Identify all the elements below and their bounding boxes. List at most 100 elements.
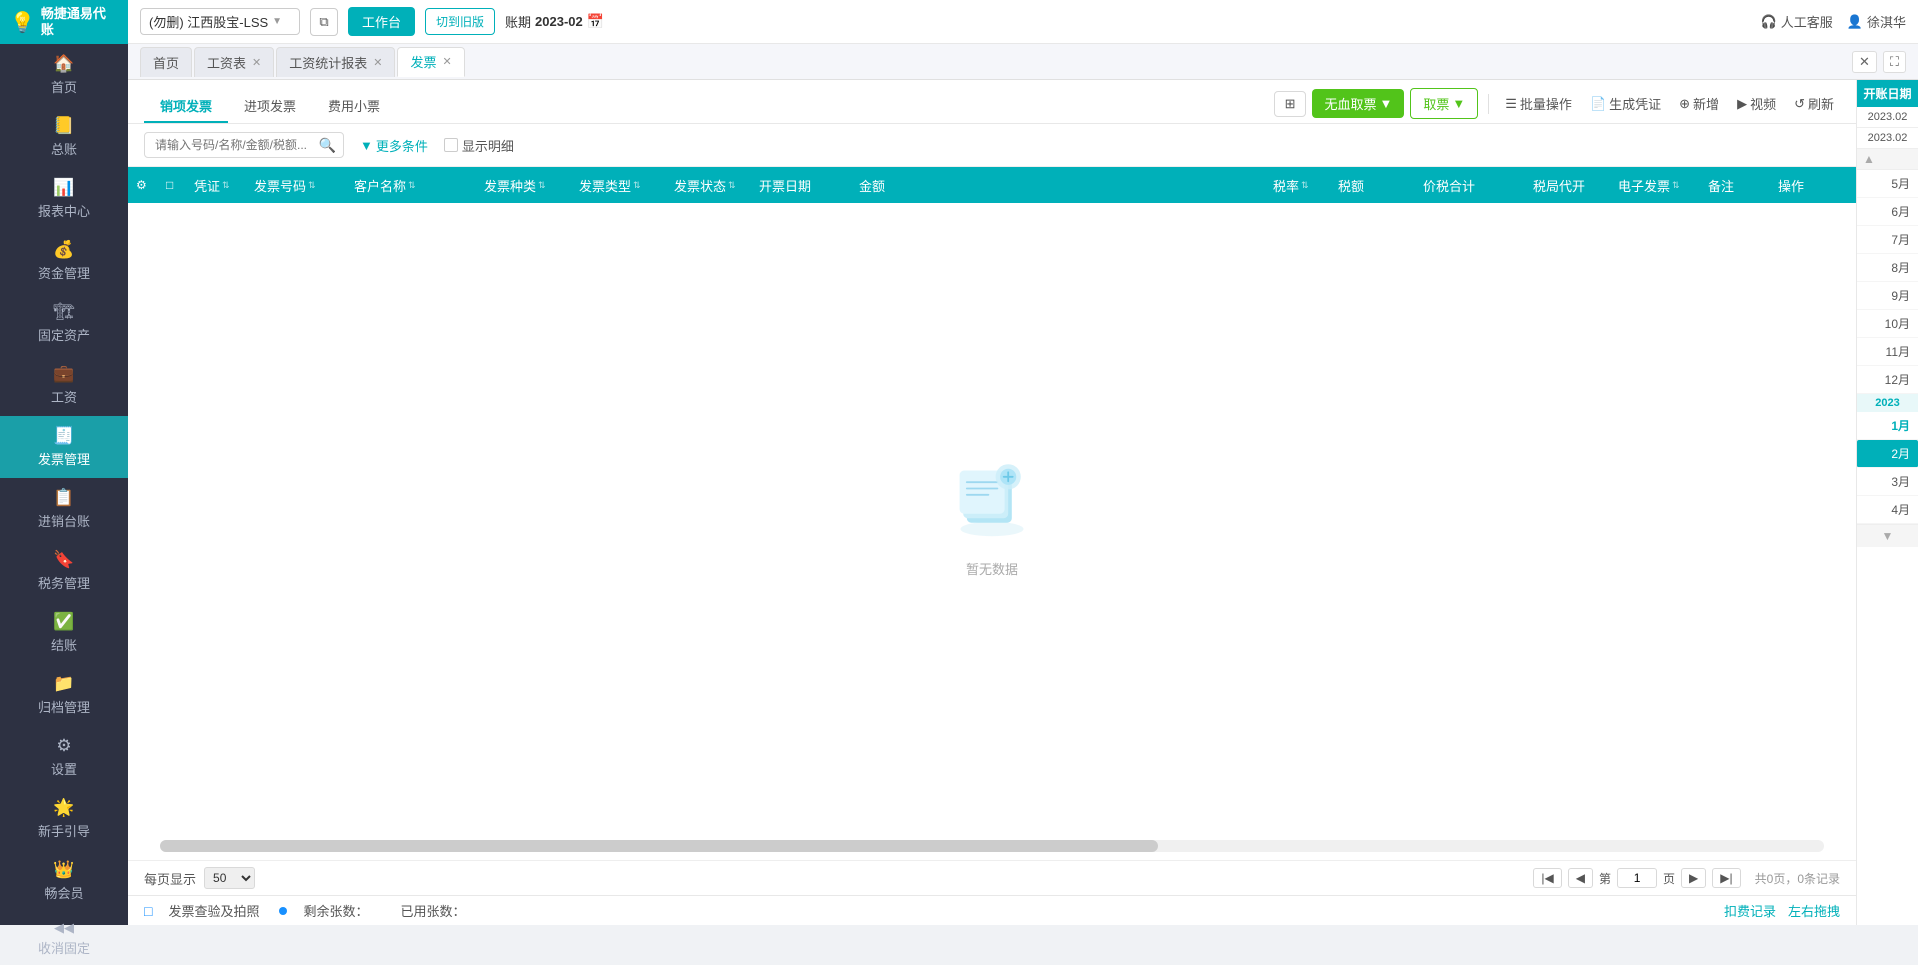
sidebar-item-label: 税务管理 xyxy=(38,573,90,592)
take-ticket-button[interactable]: 取票 ▼ xyxy=(1410,88,1478,119)
tab-payroll-close[interactable]: ✕ xyxy=(252,56,261,69)
sidebar-item-sales[interactable]: 📋 进销台账 xyxy=(0,478,128,540)
service-label: 人工客服 xyxy=(1781,12,1833,31)
sidebar-item-archive[interactable]: 📁 归档管理 xyxy=(0,664,128,726)
copy-button[interactable]: ⧉ xyxy=(310,8,338,36)
search-input[interactable] xyxy=(144,132,344,158)
divider xyxy=(1488,94,1489,114)
period-info: 账期 2023-02 📅 xyxy=(505,12,604,31)
date-top-item-2[interactable]: 2023.02 xyxy=(1857,128,1918,149)
table-settings-button[interactable]: ⊞ xyxy=(1274,91,1307,117)
sidebar-collapse[interactable]: ◀◀ 收消固定 xyxy=(0,912,128,965)
year-2023-label[interactable]: 2023 xyxy=(1857,394,1918,412)
window-minimize-button[interactable]: ✕ xyxy=(1852,51,1877,73)
refresh-button[interactable]: ↺ 刷新 xyxy=(1788,90,1840,117)
filter-more-label: 更多条件 xyxy=(376,136,428,155)
batch-op-button[interactable]: ☰ 批量操作 xyxy=(1499,90,1578,117)
table-scrollbar[interactable] xyxy=(160,840,1824,852)
first-page-button[interactable]: |◀ xyxy=(1533,868,1561,888)
month-item-10[interactable]: 10月 xyxy=(1857,310,1918,338)
sidebar-item-payroll[interactable]: 💼 工资 xyxy=(0,354,128,416)
sidebar-item-tax[interactable]: 🔖 税务管理 xyxy=(0,540,128,602)
gen-voucher-button[interactable]: 📄 生成凭证 xyxy=(1584,90,1667,117)
workbench-button[interactable]: 工作台 xyxy=(348,7,415,36)
tab-invoice[interactable]: 发票 ✕ xyxy=(397,47,464,77)
sidebar-item-home[interactable]: 🏠 首页 xyxy=(0,44,128,106)
month-item-4[interactable]: 4月 xyxy=(1857,496,1918,524)
tab-payroll-stats-close[interactable]: ✕ xyxy=(373,56,382,69)
sidebar-item-label: 首页 xyxy=(51,77,77,96)
tab-home[interactable]: 首页 xyxy=(140,47,192,77)
sidebar-item-member[interactable]: 👑 畅会员 xyxy=(0,850,128,912)
th-remark: 备注 xyxy=(1708,176,1778,195)
prev-page-button[interactable]: ◀ xyxy=(1568,868,1593,888)
show-detail-checkbox[interactable] xyxy=(444,138,458,152)
company-selector[interactable]: (勿删) 江西股宝-LSS ▼ xyxy=(140,8,300,35)
sort-icon: ⇅ xyxy=(222,180,230,191)
month-item-2-active[interactable]: 2月 xyxy=(1857,440,1918,468)
month-item-6[interactable]: 6月 xyxy=(1857,198,1918,226)
th-actions: 操作 xyxy=(1778,176,1848,195)
table-scrollbar-thumb[interactable] xyxy=(160,840,1158,852)
sidebar-item-label: 总账 xyxy=(51,139,77,158)
month-item-3[interactable]: 3月 xyxy=(1857,468,1918,496)
sidebar-item-reports[interactable]: 📊 报表中心 xyxy=(0,168,128,230)
video-button[interactable]: ▶ 视频 xyxy=(1731,90,1782,117)
new-button[interactable]: ⊕ 新增 xyxy=(1673,90,1725,117)
date-top-item-1[interactable]: 2023.02 xyxy=(1857,107,1918,128)
sidebar-item-ledger[interactable]: 📒 总账 xyxy=(0,106,128,168)
video-label: 视频 xyxy=(1750,94,1776,113)
page-input[interactable] xyxy=(1617,868,1657,888)
switch-old-button[interactable]: 切到旧版 xyxy=(425,8,495,35)
down-arrow-icon[interactable]: ▼ xyxy=(1882,529,1894,543)
year-group-top: ▲ xyxy=(1857,149,1918,170)
sidebar-item-label: 畅会员 xyxy=(44,883,83,902)
sub-tab-sales-invoice[interactable]: 销项发票 xyxy=(144,90,228,123)
month-item-7[interactable]: 7月 xyxy=(1857,226,1918,254)
month-item-1[interactable]: 1月 xyxy=(1857,412,1918,440)
window-controls: ✕ ⛶ xyxy=(1852,51,1906,73)
tab-payroll-stats[interactable]: 工资统计报表 ✕ xyxy=(276,47,395,77)
next-page-button[interactable]: ▶ xyxy=(1681,868,1706,888)
filter-icon: ▼ xyxy=(360,138,373,153)
open-period-button[interactable]: 开账日期 xyxy=(1857,80,1918,107)
no-cancel-button[interactable]: 无血取票 ▼ xyxy=(1312,89,1404,118)
add-record-link[interactable]: 扣费记录 xyxy=(1724,901,1776,920)
empty-state: 暂无数据 xyxy=(947,457,1037,578)
table-header: ⚙ □ 凭证⇅ 发票号码⇅ 客户名称⇅ 发票种类⇅ 发票类型⇅ 发 xyxy=(128,167,1856,203)
sidebar-item-close[interactable]: ✅ 结账 xyxy=(0,602,128,664)
th-open-date: 开票日期 xyxy=(759,176,859,195)
last-page-button[interactable]: ▶| xyxy=(1712,868,1740,888)
sidebar-item-assets[interactable]: 🏗 固定资产 xyxy=(0,292,128,354)
th-settings[interactable]: ⚙ xyxy=(136,178,166,192)
sub-tab-expense-ticket[interactable]: 费用小票 xyxy=(312,90,396,123)
month-item-5[interactable]: 5月 xyxy=(1857,170,1918,198)
remaining-label: 剩余张数： xyxy=(303,901,368,920)
tab-invoice-close[interactable]: ✕ xyxy=(443,55,452,68)
th-customer: 客户名称⇅ xyxy=(354,176,484,195)
user-button[interactable]: 👤 徐淇华 xyxy=(1847,12,1906,31)
tabs-bar: 首页 工资表 ✕ 工资统计报表 ✕ 发票 ✕ ✕ ⛶ xyxy=(128,44,1918,80)
month-item-9[interactable]: 9月 xyxy=(1857,282,1918,310)
add-icon: ⊕ xyxy=(1679,96,1690,112)
up-arrow-icon[interactable]: ▲ xyxy=(1863,152,1875,166)
page-size-select[interactable]: 50 10 20 100 xyxy=(204,867,255,889)
sidebar-item-invoice[interactable]: 🧾 发票管理 xyxy=(0,416,128,478)
filter-more-button[interactable]: ▼ 更多条件 xyxy=(360,136,428,155)
left-right-link[interactable]: 左右拖拽 xyxy=(1788,901,1840,920)
window-maximize-button[interactable]: ⛶ xyxy=(1883,51,1906,73)
service-button[interactable]: 🎧 人工客服 xyxy=(1761,12,1833,31)
month-item-11[interactable]: 11月 xyxy=(1857,338,1918,366)
month-item-8[interactable]: 8月 xyxy=(1857,254,1918,282)
tab-payroll[interactable]: 工资表 ✕ xyxy=(194,47,274,77)
sidebar-item-funds[interactable]: 💰 资金管理 xyxy=(0,230,128,292)
sidebar-item-guide[interactable]: 🌟 新手引导 xyxy=(0,788,128,850)
sidebar-item-settings[interactable]: ⚙ 设置 xyxy=(0,726,128,788)
month-item-12[interactable]: 12月 xyxy=(1857,366,1918,394)
sub-tab-purchase-invoice[interactable]: 进项发票 xyxy=(228,90,312,123)
sort-icon: ⇅ xyxy=(538,180,546,191)
th-checkbox[interactable]: □ xyxy=(166,178,194,192)
take-ticket-label: 取票 xyxy=(1423,94,1449,113)
sub-tab-purchase-label: 进项发票 xyxy=(244,99,296,114)
show-detail-toggle[interactable]: 显示明细 xyxy=(444,136,514,155)
